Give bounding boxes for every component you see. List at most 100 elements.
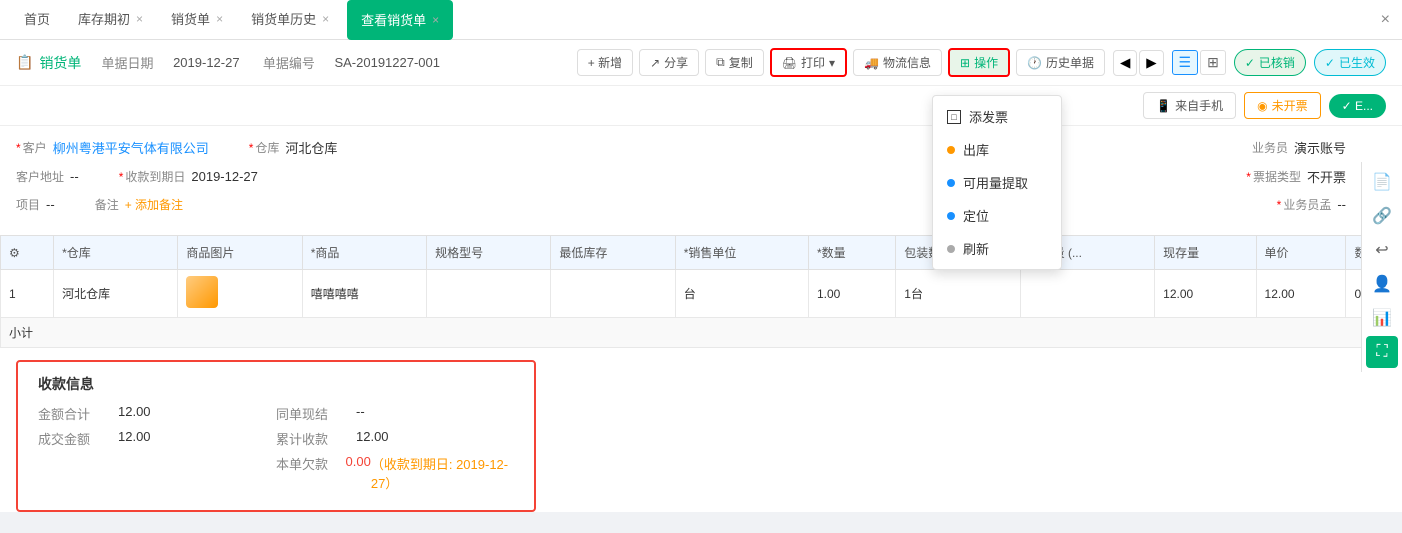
- share-button[interactable]: ↗ 分享: [639, 49, 699, 76]
- payment-row-3: 本单欠款 0.00 （收款到期日: 2019-12-27）: [38, 454, 514, 492]
- new-button[interactable]: + 新增: [577, 49, 633, 76]
- sidebar-chart-icon[interactable]: 📊: [1366, 302, 1398, 334]
- copy-label: 复制: [729, 54, 753, 71]
- tab-inventory-close[interactable]: ×: [136, 12, 143, 26]
- copy-button[interactable]: ⧉ 复制: [705, 49, 764, 76]
- print-icon: 🖨: [782, 56, 797, 70]
- number-value: SA-20191227-001: [334, 55, 440, 70]
- tab-inventory[interactable]: 库存期初 ×: [64, 0, 157, 40]
- from-phone-button[interactable]: 📱 来自手机: [1143, 92, 1236, 119]
- confirm-button[interactable]: ✓ E...: [1329, 94, 1386, 118]
- locate-icon: [947, 212, 955, 220]
- sales-table: ⚙ *仓库 商品图片 *商品 规格型号 最低库存 *销售单位 *数量 包装数量 …: [0, 235, 1402, 348]
- due-date-note: （收款到期日: 2019-12-27）: [371, 454, 514, 492]
- col-product: *商品: [302, 236, 426, 270]
- available-qty-label: 可用量提取: [963, 173, 1028, 192]
- tab-home[interactable]: 首页: [10, 0, 64, 40]
- transaction-amount-field: 成交金额 12.00: [38, 429, 276, 448]
- refresh-label: 刷新: [963, 239, 989, 258]
- tab-sales-close[interactable]: ×: [216, 12, 223, 26]
- tab-sales-history[interactable]: 销货单历史 ×: [237, 0, 343, 40]
- payment-date-field: 收款到期日 2019-12-27: [119, 168, 258, 185]
- warehouse-value: 河北仓库: [285, 138, 337, 157]
- doc-title: 📋 销货单: [16, 53, 81, 73]
- print-label: 打印: [801, 54, 825, 71]
- payment-row-1: 金额合计 12.00 同单现结 --: [38, 404, 514, 423]
- tab-view-sales[interactable]: 查看销货单 ×: [347, 0, 453, 40]
- list-view-icon[interactable]: ☰: [1172, 50, 1199, 75]
- salesperson-label: 业务员: [1252, 139, 1288, 156]
- salesperson-value: 演示账号: [1294, 138, 1346, 157]
- row-current-stock: 12.00: [1155, 270, 1256, 318]
- right-sidebar: 📄 🔗 ↩ 👤 📊 ⛶: [1361, 162, 1402, 372]
- sidebar-link-icon[interactable]: 🔗: [1366, 200, 1398, 232]
- share-icon: ↗: [650, 56, 660, 70]
- tab-view-sales-close[interactable]: ×: [432, 13, 439, 27]
- row-image: [178, 270, 302, 318]
- col-settings[interactable]: ⚙: [1, 236, 54, 270]
- payment-info: 收款信息 金额合计 12.00 同单现结 -- 成交金额 12.00 累计收款 …: [16, 360, 536, 512]
- tab-view-sales-label: 查看销货单: [361, 10, 426, 29]
- col-spec: 规格型号: [427, 236, 551, 270]
- subtotal-row: 小计: [1, 318, 1402, 348]
- row-pack-qty: 1台: [896, 270, 1020, 318]
- customer-value[interactable]: 柳州粤港平安气体有限公司: [53, 138, 209, 157]
- product-image: [186, 276, 218, 308]
- print-button[interactable]: 🖨 打印 ▾: [770, 48, 847, 77]
- window-close-button[interactable]: ×: [1381, 11, 1390, 29]
- sales-order-icon: 📋: [16, 54, 33, 71]
- logistics-label: 物流信息: [883, 54, 931, 71]
- truck-icon: 🚚: [864, 56, 879, 70]
- print-dropdown-icon: ▾: [829, 56, 835, 70]
- operations-label: 操作: [974, 54, 998, 71]
- history-button[interactable]: 🕐 历史单据: [1016, 49, 1105, 76]
- tab-sales[interactable]: 销货单 ×: [157, 0, 237, 40]
- ticket-type-value: 不开票: [1307, 167, 1346, 186]
- sidebar-expand-icon[interactable]: ⛶: [1366, 336, 1398, 368]
- sidebar-doc-icon[interactable]: 📄: [1366, 166, 1398, 198]
- total-amount-value: 12.00: [118, 404, 151, 423]
- outbound-item[interactable]: 出库: [933, 133, 1061, 166]
- add-invoice-item[interactable]: □ 添发票: [933, 100, 1061, 133]
- toolbar-actions: + 新增 ↗ 分享 ⧉ 复制 🖨 打印 ▾ 🚚 物流信息: [577, 48, 1105, 77]
- sidebar-return-icon[interactable]: ↩: [1366, 234, 1398, 266]
- next-button[interactable]: ▶: [1139, 50, 1163, 76]
- form-row-1: 客户 柳州粤港平安气体有限公司 仓库 河北仓库 业务员 演示账号: [16, 138, 1386, 157]
- sidebar-user-icon[interactable]: 👤: [1366, 268, 1398, 300]
- prev-button[interactable]: ◀: [1113, 50, 1137, 76]
- tab-sales-history-close[interactable]: ×: [322, 12, 329, 26]
- outbound-icon: [947, 146, 955, 154]
- outbound-label: 出库: [963, 140, 989, 159]
- sales-staff-value: --: [1337, 197, 1346, 212]
- sold-status-badge: ✓ 已核销: [1234, 49, 1306, 76]
- ops-icon: ⊞: [960, 56, 970, 70]
- table-row: 1 河北仓库 嘻嘻嘻嘻 台 1.00 1台 12.00 12.00 0.: [1, 270, 1402, 318]
- tab-sales-history-label: 销货单历史: [251, 9, 316, 28]
- row-product: 嘻嘻嘻嘻: [302, 270, 426, 318]
- project-field: 项目 --: [16, 196, 55, 213]
- toolbar: + 新增 ↗ 分享 ⧉ 复制 🖨 打印 ▾ 🚚 物流信息: [577, 48, 1386, 77]
- not-open-button[interactable]: ◉ 未开票: [1244, 92, 1321, 119]
- customer-label: 客户: [16, 139, 47, 156]
- available-qty-item[interactable]: 可用量提取: [933, 166, 1061, 199]
- from-phone-label: 来自手机: [1175, 97, 1223, 114]
- payment-row-2: 成交金额 12.00 累计收款 12.00: [38, 429, 514, 448]
- payment-title: 收款信息: [38, 374, 514, 394]
- row-available: [1020, 270, 1155, 318]
- operations-button[interactable]: ⊞ 操作: [948, 48, 1010, 77]
- cumulative-payment-label: 累计收款: [276, 429, 356, 448]
- due-amount-field: 本单欠款 0.00 （收款到期日: 2019-12-27）: [276, 454, 514, 492]
- locate-item[interactable]: 定位: [933, 199, 1061, 232]
- doc-title-text: 销货单: [39, 53, 81, 73]
- logistics-button[interactable]: 🚚 物流信息: [853, 49, 942, 76]
- same-order-settle-value: --: [356, 404, 365, 423]
- col-unit-price: 单价: [1256, 236, 1346, 270]
- grid-view-icon[interactable]: ⊞: [1200, 50, 1226, 75]
- subtotal-label: 小计: [1, 318, 1402, 348]
- refresh-item[interactable]: 刷新: [933, 232, 1061, 265]
- invoice-icon: □: [947, 110, 961, 124]
- row-warehouse: 河北仓库: [54, 270, 178, 318]
- locate-label: 定位: [963, 206, 989, 225]
- main-content: 📋 销货单 单据日期 2019-12-27 单据编号 SA-20191227-0…: [0, 40, 1402, 512]
- add-remark-button[interactable]: 添加备注: [125, 196, 183, 213]
